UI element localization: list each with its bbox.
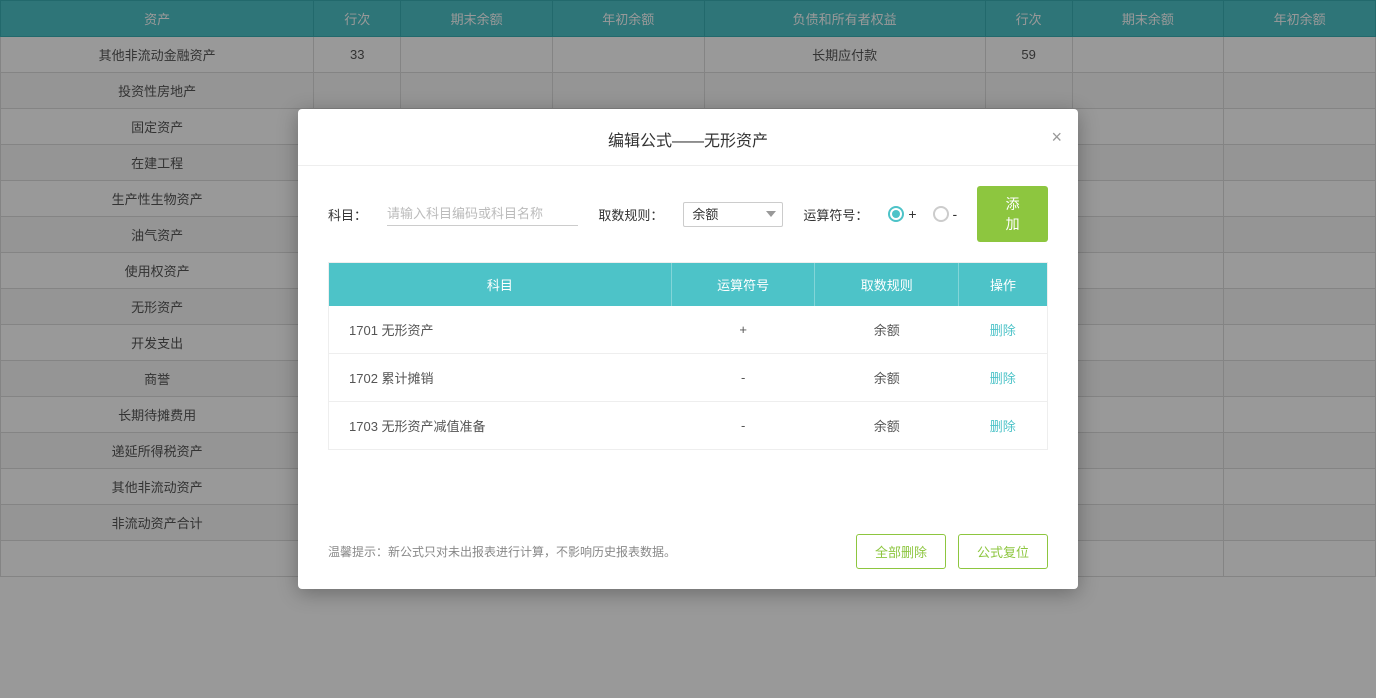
reset-formula-button[interactable]: 公式复位 — [958, 534, 1048, 569]
formula-table: 科目运算符号取数规则操作 1701 无形资产+余额删除1702 累计摊销-余额删… — [329, 263, 1047, 449]
table-row: 1701 无形资产+余额 删除 — [329, 306, 1047, 354]
action-cell: 删除 — [959, 354, 1048, 402]
subject-cell: 1701 无形资产 — [329, 306, 671, 354]
operator-cell: - — [671, 402, 815, 450]
modal-title: 编辑公式——无形资产 — [608, 133, 768, 150]
inner-table-header: 运算符号 — [671, 263, 815, 306]
operator-cell: + — [671, 306, 815, 354]
rule-select[interactable]: 余额借方贷方借方发生额贷方发生额 — [683, 202, 783, 227]
modal-footer: 温馨提示：新公式只对未出报表进行计算，不影响历史报表数据。 全部删除 公式复位 — [298, 514, 1078, 589]
modal-close-button[interactable]: × — [1051, 128, 1062, 146]
radio-plus[interactable]: + — [888, 206, 916, 222]
rule-cell: 余额 — [815, 306, 959, 354]
footer-buttons: 全部删除 公式复位 — [856, 534, 1048, 569]
radio-minus[interactable]: - — [933, 206, 958, 222]
inner-table-header: 科目 — [329, 263, 671, 306]
modal-header: 编辑公式——无形资产 × — [298, 109, 1078, 166]
add-button[interactable]: 添加 — [977, 186, 1048, 242]
subject-label: 科目： — [328, 205, 367, 224]
formula-table-wrapper: 科目运算符号取数规则操作 1701 无形资产+余额删除1702 累计摊销-余额删… — [328, 262, 1048, 450]
action-cell: 删除 — [959, 306, 1048, 354]
inner-table-header: 取数规则 — [815, 263, 959, 306]
operator-label: 运算符号： — [803, 205, 868, 224]
subject-cell: 1702 累计摊销 — [329, 354, 671, 402]
table-row: 1703 无形资产减值准备-余额 删除 — [329, 402, 1047, 450]
table-row: 1702 累计摊销-余额 删除 — [329, 354, 1047, 402]
delete-row-link[interactable]: 删除 — [990, 371, 1016, 386]
rule-cell: 余额 — [815, 402, 959, 450]
action-cell: 删除 — [959, 402, 1048, 450]
footer-tip: 温馨提示：新公式只对未出报表进行计算，不影响历史报表数据。 — [328, 543, 676, 560]
delete-row-link[interactable]: 删除 — [990, 323, 1016, 338]
subject-input[interactable] — [387, 202, 578, 226]
rule-label: 取数规则： — [598, 205, 663, 224]
radio-minus-circle — [933, 206, 949, 222]
modal-overlay: 编辑公式——无形资产 × 科目： 取数规则： 余额借方贷方借方发生额贷方发生额 … — [0, 0, 1376, 698]
formula-form: 科目： 取数规则： 余额借方贷方借方发生额贷方发生额 运算符号： + - 添加 — [298, 166, 1078, 262]
radio-plus-circle — [888, 206, 904, 222]
radio-plus-label: + — [908, 206, 916, 222]
inner-table-header: 操作 — [959, 263, 1048, 306]
radio-minus-label: - — [953, 206, 958, 222]
delete-all-button[interactable]: 全部删除 — [856, 534, 946, 569]
operator-cell: - — [671, 354, 815, 402]
operator-radio-group: + - — [888, 206, 957, 222]
rule-select-group: 余额借方贷方借方发生额贷方发生额 — [683, 202, 783, 227]
rule-cell: 余额 — [815, 354, 959, 402]
edit-formula-modal: 编辑公式——无形资产 × 科目： 取数规则： 余额借方贷方借方发生额贷方发生额 … — [298, 109, 1078, 589]
delete-row-link[interactable]: 删除 — [990, 419, 1016, 434]
subject-cell: 1703 无形资产减值准备 — [329, 402, 671, 450]
